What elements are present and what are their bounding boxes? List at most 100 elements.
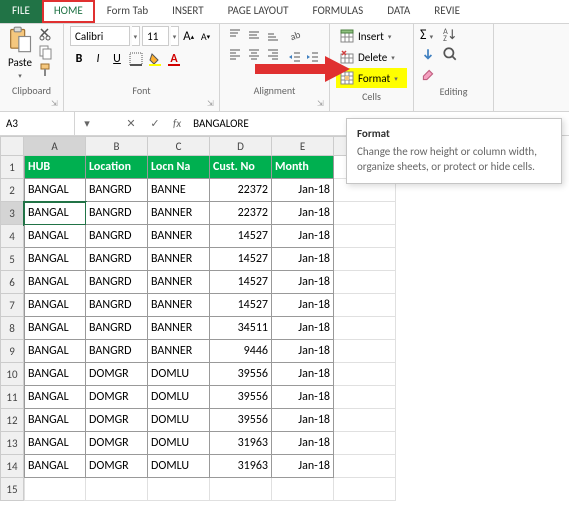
- cell[interactable]: 39556: [210, 409, 272, 432]
- cell[interactable]: DOMLU: [148, 363, 210, 386]
- tab-file[interactable]: FILE: [0, 0, 42, 23]
- cell[interactable]: BANNER: [148, 271, 210, 294]
- cell[interactable]: [334, 478, 396, 501]
- cell[interactable]: 34511: [210, 317, 272, 340]
- fill-button-icon[interactable]: [420, 47, 436, 63]
- cell[interactable]: BANNER: [148, 248, 210, 271]
- cell[interactable]: 14527: [210, 271, 272, 294]
- insert-function-button[interactable]: fx: [167, 117, 187, 130]
- bold-button[interactable]: B: [70, 50, 88, 68]
- cell[interactable]: BANGAL: [24, 248, 86, 271]
- font-dialog-launcher[interactable]: ⇲: [207, 99, 217, 109]
- increase-font-icon[interactable]: A▴: [181, 27, 196, 45]
- cut-icon[interactable]: [38, 26, 54, 42]
- cell[interactable]: BANGRD: [86, 225, 148, 248]
- cell[interactable]: BANGAL: [24, 432, 86, 455]
- cell[interactable]: [148, 478, 210, 501]
- cell[interactable]: [334, 340, 396, 363]
- name-box[interactable]: A3: [0, 112, 75, 135]
- cell[interactable]: [334, 386, 396, 409]
- cell[interactable]: BANGRD: [86, 248, 148, 271]
- row-header[interactable]: 6: [0, 271, 24, 294]
- cell[interactable]: 14527: [210, 294, 272, 317]
- cell[interactable]: 9446: [210, 340, 272, 363]
- name-box-dropdown[interactable]: ▾: [75, 117, 99, 130]
- decrease-font-icon[interactable]: A▾: [198, 27, 213, 45]
- cell[interactable]: 14527: [210, 225, 272, 248]
- cell[interactable]: Jan-18: [272, 179, 334, 202]
- row-header[interactable]: 13: [0, 432, 24, 455]
- increase-indent-icon[interactable]: [304, 48, 322, 66]
- cell[interactable]: [334, 225, 396, 248]
- cell[interactable]: Month: [272, 156, 334, 179]
- cell[interactable]: BANNE: [148, 179, 210, 202]
- cell[interactable]: 22372: [210, 202, 272, 225]
- decrease-indent-icon[interactable]: [286, 48, 304, 66]
- orientation-icon[interactable]: ab: [286, 26, 304, 44]
- tab-formtab[interactable]: Form Tab: [95, 0, 160, 23]
- row-header[interactable]: 11: [0, 386, 24, 409]
- cell[interactable]: BANGAL: [24, 455, 86, 478]
- cell[interactable]: DOMGR: [86, 363, 148, 386]
- tab-home[interactable]: HOME: [42, 0, 95, 23]
- cell[interactable]: [86, 478, 148, 501]
- cell[interactable]: BANGRD: [86, 202, 148, 225]
- cell[interactable]: Jan-18: [272, 340, 334, 363]
- cell[interactable]: BANGRD: [86, 294, 148, 317]
- cell[interactable]: [334, 363, 396, 386]
- cell[interactable]: Cust. No: [210, 156, 272, 179]
- enter-formula-icon[interactable]: ✓: [143, 117, 167, 130]
- font-size-select[interactable]: 11: [142, 26, 169, 46]
- tab-data[interactable]: DATA: [375, 0, 422, 23]
- alignment-dialog-launcher[interactable]: ⇲: [317, 99, 327, 109]
- autosum-button[interactable]: Σ ▾: [420, 26, 436, 43]
- row-header[interactable]: 12: [0, 409, 24, 432]
- cell[interactable]: DOMGR: [86, 409, 148, 432]
- insert-cells-button[interactable]: Insert ▾: [336, 26, 407, 46]
- tab-pagelayout[interactable]: PAGE LAYOUT: [216, 0, 301, 23]
- cell[interactable]: BANNER: [148, 340, 210, 363]
- cell[interactable]: 14527: [210, 248, 272, 271]
- cell[interactable]: Locn Na: [148, 156, 210, 179]
- cell[interactable]: Jan-18: [272, 271, 334, 294]
- cell[interactable]: Location: [86, 156, 148, 179]
- cell[interactable]: DOMGR: [86, 455, 148, 478]
- align-center-icon[interactable]: [245, 45, 263, 63]
- align-top-icon[interactable]: [226, 26, 244, 44]
- cell[interactable]: Jan-18: [272, 317, 334, 340]
- cell[interactable]: DOMGR: [86, 386, 148, 409]
- cell[interactable]: BANNER: [148, 317, 210, 340]
- cell[interactable]: [334, 294, 396, 317]
- cell[interactable]: BANGAL: [24, 386, 86, 409]
- cell[interactable]: DOMLU: [148, 455, 210, 478]
- cell[interactable]: BANGRD: [86, 317, 148, 340]
- cell[interactable]: 39556: [210, 386, 272, 409]
- cell[interactable]: BANGAL: [24, 294, 86, 317]
- cell[interactable]: [272, 478, 334, 501]
- align-middle-icon[interactable]: [245, 26, 263, 44]
- cell[interactable]: [24, 478, 86, 501]
- border-button[interactable]: [127, 50, 145, 68]
- cell[interactable]: 39556: [210, 363, 272, 386]
- row-header[interactable]: 2: [0, 179, 24, 202]
- column-header[interactable]: B: [86, 136, 148, 156]
- cell[interactable]: BANGAL: [24, 363, 86, 386]
- cancel-formula-icon[interactable]: ✕: [119, 117, 143, 130]
- cell[interactable]: BANGAL: [24, 340, 86, 363]
- cell[interactable]: BANGAL: [24, 409, 86, 432]
- find-select-icon[interactable]: [442, 46, 458, 62]
- column-header[interactable]: D: [210, 136, 272, 156]
- tab-formulas[interactable]: FORMULAS: [301, 0, 376, 23]
- cell[interactable]: HUB: [24, 156, 86, 179]
- align-bottom-icon[interactable]: [264, 26, 282, 44]
- clipboard-dialog-launcher[interactable]: ⇲: [51, 99, 61, 109]
- column-header[interactable]: C: [148, 136, 210, 156]
- row-header[interactable]: 5: [0, 248, 24, 271]
- tab-insert[interactable]: INSERT: [160, 0, 216, 23]
- cell[interactable]: BANGAL: [24, 179, 86, 202]
- cell[interactable]: Jan-18: [272, 294, 334, 317]
- font-color-button[interactable]: A: [165, 50, 183, 68]
- cell[interactable]: DOMLU: [148, 386, 210, 409]
- cell[interactable]: BANGRD: [86, 340, 148, 363]
- row-header[interactable]: 3: [0, 202, 24, 225]
